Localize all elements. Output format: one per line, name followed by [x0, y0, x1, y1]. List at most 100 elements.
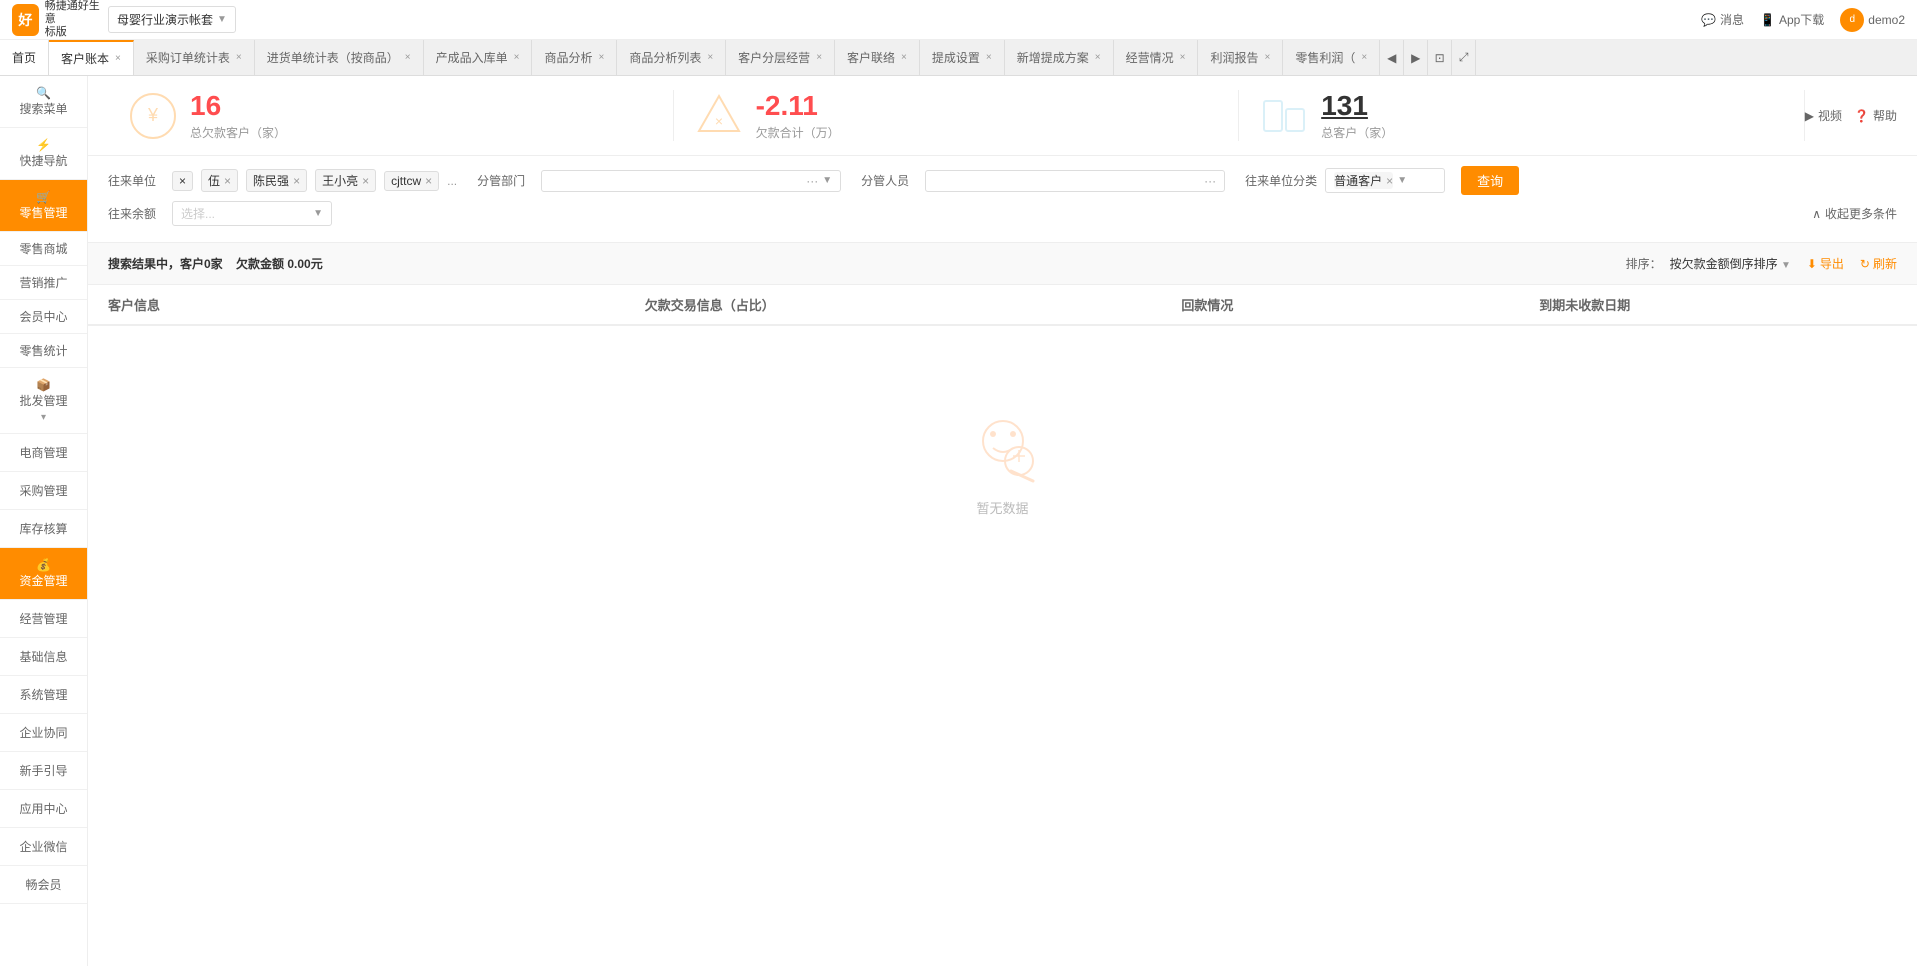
refresh-icon: ↻	[1860, 257, 1870, 271]
refresh-btn[interactable]: ↻ 刷新	[1860, 255, 1897, 272]
tab-goods-analysis[interactable]: 商品分析 ×	[532, 40, 617, 76]
tab-next-btn[interactable]: ▶	[1404, 40, 1428, 76]
sidebar-item-quick-nav[interactable]: ⚡ 快捷导航	[0, 128, 87, 180]
collapse-btn[interactable]: ∧ 收起更多条件	[1812, 205, 1897, 222]
category-tag-normal[interactable]: 普通客户 ×	[1334, 172, 1393, 189]
balance-select[interactable]: 选择... ▼	[172, 201, 332, 226]
tab-close-icon[interactable]: ×	[1095, 52, 1101, 63]
tab-profit-report[interactable]: 利润报告 ×	[1198, 40, 1283, 76]
help-btn[interactable]: ❓ 帮助	[1854, 107, 1897, 124]
filter-tag-wu[interactable]: 伍 ×	[201, 169, 238, 192]
col-customer-info: 客户信息	[108, 295, 645, 314]
sidebar-item-new-guide[interactable]: 新手引导	[0, 752, 87, 790]
filter-tag-unit-x[interactable]: ×	[172, 171, 193, 191]
tag-close-icon[interactable]: ×	[1386, 174, 1393, 188]
filter-tag-wang[interactable]: 王小亮 ×	[315, 169, 376, 192]
sidebar-item-inventory[interactable]: 库存核算	[0, 510, 87, 548]
sidebar-item-member-center[interactable]: 会员中心	[0, 300, 87, 334]
tag-close-icon[interactable]: ×	[425, 174, 432, 188]
tab-close-icon[interactable]: ×	[816, 52, 822, 63]
sidebar-item-search[interactable]: 🔍 搜索菜单	[0, 76, 87, 128]
tab-close-icon[interactable]: ×	[901, 52, 907, 63]
download-icon: 📱	[1760, 13, 1775, 27]
search-icon: 🔍	[0, 86, 87, 100]
tab-close-icon[interactable]: ×	[1264, 52, 1270, 63]
total-customers-info: 131 总客户（家）	[1321, 90, 1393, 141]
sort-select[interactable]: 按欠款金额倒序排序 ▼	[1670, 255, 1791, 272]
store-selector[interactable]: 母婴行业演示帐套 ▼	[108, 6, 236, 33]
dept-input[interactable]: ··· ▼	[541, 170, 841, 192]
tab-promotion-settings[interactable]: 提成设置 ×	[920, 40, 1005, 76]
tab-bar: 首页 客户账本 × 采购订单统计表 × 进货单统计表（按商品） × 产成品入库单…	[0, 40, 1917, 76]
header-left: 好 畅捷通好生意 标版 母婴行业演示帐套 ▼	[12, 0, 236, 39]
user-avatar-btn[interactable]: d demo2	[1840, 8, 1905, 32]
customers-label: 总欠款客户（家）	[190, 124, 286, 141]
sidebar-item-corp-wechat[interactable]: 企业微信	[0, 828, 87, 866]
logo-text: 畅捷通好生意 标版	[45, 0, 100, 39]
sidebar-item-retail-mgmt[interactable]: 🛒 零售管理	[0, 180, 87, 232]
header-right: 💬 消息 📱 App下载 d demo2	[1701, 8, 1905, 32]
bell-icon: 💬	[1701, 13, 1716, 27]
tab-close-icon[interactable]: ×	[1180, 52, 1186, 63]
total-customers-icon	[1259, 91, 1309, 141]
tab-close-icon[interactable]: ×	[514, 52, 520, 63]
tab-purchase-order[interactable]: 采购订单统计表 ×	[134, 40, 255, 76]
main-layout: 🔍 搜索菜单 ⚡ 快捷导航 🛒 零售管理 零售商城 营销推广 会员中心 零售统计…	[0, 76, 1917, 966]
sidebar-item-vip[interactable]: 畅会员	[0, 866, 87, 904]
sidebar-item-operations[interactable]: 经营管理	[0, 600, 87, 638]
stat-help: ▶ 视频 ❓ 帮助	[1805, 107, 1897, 124]
tab-customer-tier[interactable]: 客户分层经营 ×	[726, 40, 835, 76]
ellipsis-icon: ···	[1204, 174, 1216, 188]
sidebar-item-marketing[interactable]: 营销推广	[0, 266, 87, 300]
chevron-up-icon: ∧	[1812, 207, 1821, 221]
category-select[interactable]: 普通客户 × ▼	[1325, 168, 1445, 193]
sidebar-item-retail-mall[interactable]: 零售商城	[0, 232, 87, 266]
tab-close-icon[interactable]: ×	[707, 52, 713, 63]
tab-home[interactable]: 首页	[0, 40, 49, 76]
dept-label: 分管部门	[477, 172, 533, 189]
tab-fullscreen-btn[interactable]: ⤢	[1452, 40, 1476, 76]
tab-expand-btn[interactable]: ⊡	[1428, 40, 1452, 76]
tab-close-icon[interactable]: ×	[598, 52, 604, 63]
tab-account[interactable]: 客户账本 ×	[49, 40, 134, 76]
sidebar-item-finance[interactable]: 💰 资金管理	[0, 548, 87, 600]
tab-product-stock[interactable]: 产成品入库单 ×	[424, 40, 533, 76]
filter-tag-cjttcw[interactable]: cjttcw ×	[384, 171, 439, 191]
retail-icon: 🛒	[0, 190, 87, 204]
filter-tag-chen[interactable]: 陈民强 ×	[246, 169, 307, 192]
tab-customer-contact[interactable]: 客户联络 ×	[835, 40, 920, 76]
tab-new-scheme[interactable]: 新增提成方案 ×	[1005, 40, 1114, 76]
search-button[interactable]: 查询	[1461, 166, 1519, 195]
tab-close-icon[interactable]: ×	[405, 52, 411, 63]
video-btn[interactable]: ▶ 视频	[1805, 107, 1842, 124]
tab-stock-stats[interactable]: 进货单统计表（按商品） ×	[255, 40, 424, 76]
filter-more-tags[interactable]: ...	[447, 174, 457, 188]
sidebar-item-app-center[interactable]: 应用中心	[0, 790, 87, 828]
tab-close-icon[interactable]: ×	[115, 53, 121, 64]
tab-close-icon[interactable]: ×	[236, 52, 242, 63]
tag-close-icon[interactable]: ×	[224, 174, 231, 188]
result-bar: 搜索结果中，客户0家 欠款金额 0.00元 排序： 按欠款金额倒序排序 ▼ ⬇ …	[88, 243, 1917, 285]
debt-info: -2.11 欠款合计（万）	[756, 90, 840, 141]
sidebar-item-retail-stats[interactable]: 零售统计	[0, 334, 87, 368]
person-input[interactable]: ···	[925, 170, 1225, 192]
sidebar-item-purchase[interactable]: 采购管理	[0, 472, 87, 510]
sidebar-item-basic-info[interactable]: 基础信息	[0, 638, 87, 676]
sidebar-item-ecommerce[interactable]: 电商管理	[0, 434, 87, 472]
tab-close-icon[interactable]: ×	[986, 52, 992, 63]
video-icon: ▶	[1805, 109, 1814, 123]
message-btn[interactable]: 💬 消息	[1701, 11, 1744, 28]
tab-goods-analysis-list[interactable]: 商品分析列表 ×	[617, 40, 726, 76]
tab-close-icon[interactable]: ×	[1361, 52, 1367, 63]
tag-close-icon[interactable]: ×	[362, 174, 369, 188]
export-btn[interactable]: ⬇ 导出	[1807, 255, 1844, 272]
chevron-icon: ▼	[313, 208, 323, 219]
tag-close-icon[interactable]: ×	[293, 174, 300, 188]
sidebar-item-sys-mgmt[interactable]: 系统管理	[0, 676, 87, 714]
sidebar-item-batch-mgmt[interactable]: 📦 批发管理 ▾	[0, 368, 87, 434]
tab-retail-profit[interactable]: 零售利润（ ×	[1283, 40, 1380, 76]
tab-prev-btn[interactable]: ◀	[1380, 40, 1404, 76]
tab-operations[interactable]: 经营情况 ×	[1114, 40, 1199, 76]
sidebar-item-enterprise[interactable]: 企业协同	[0, 714, 87, 752]
app-download-btn[interactable]: 📱 App下载	[1760, 11, 1824, 28]
